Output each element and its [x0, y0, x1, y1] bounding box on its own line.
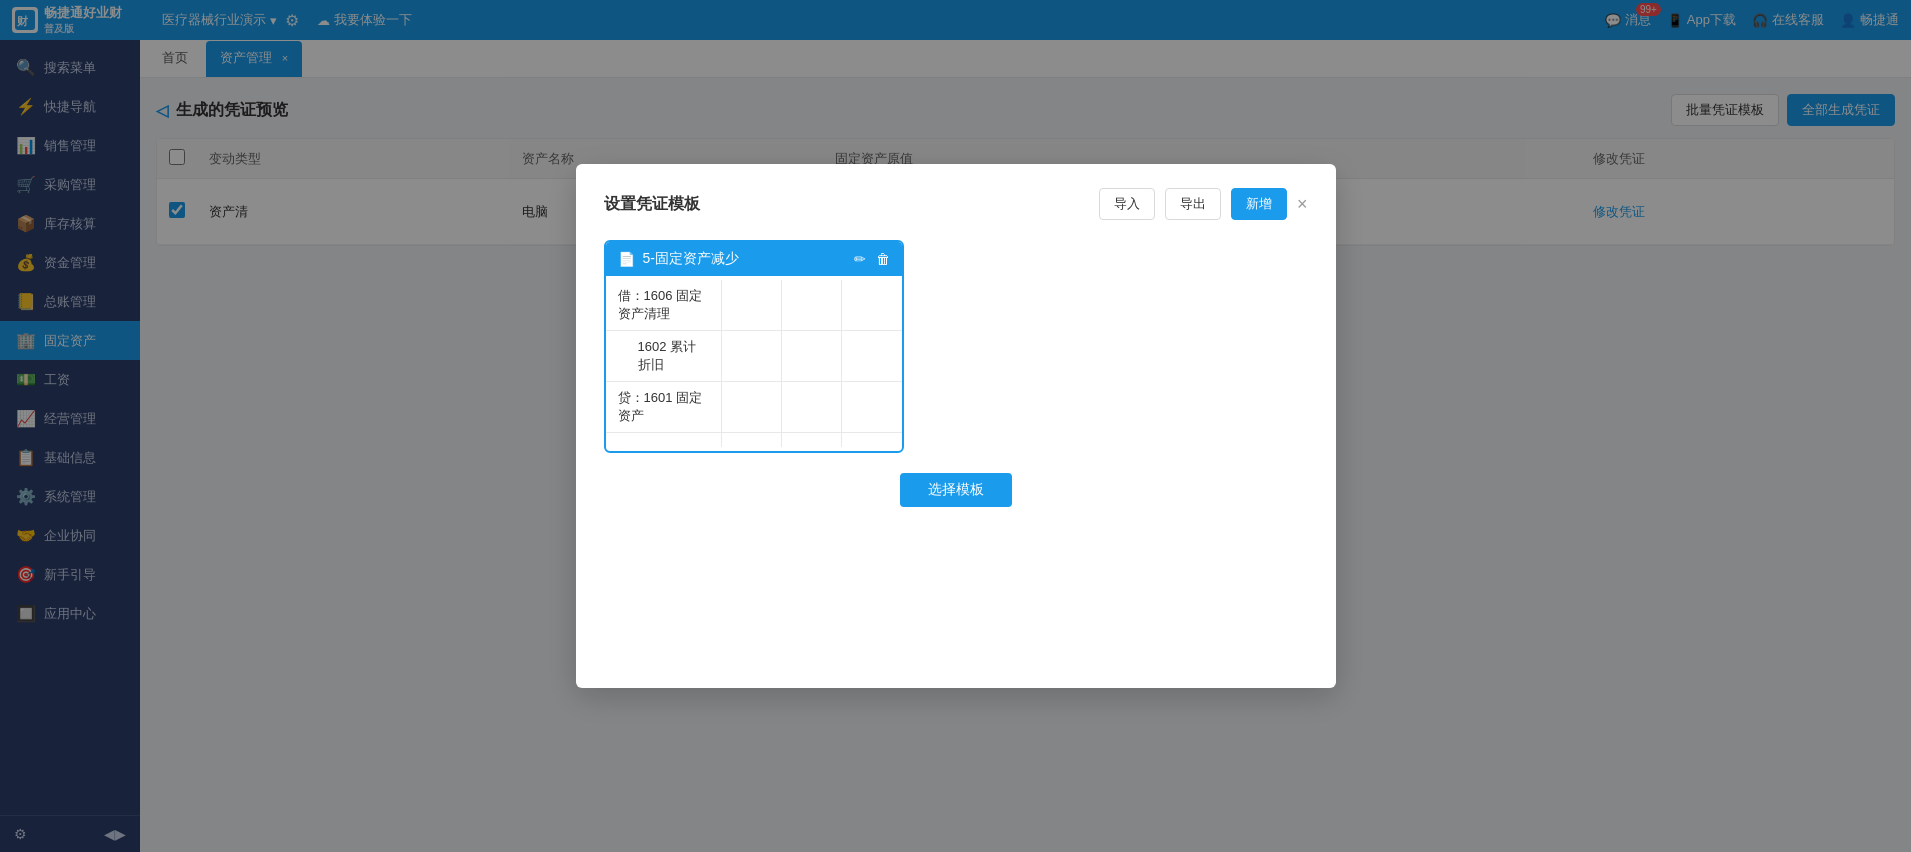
template-card: 📄 5-固定资产减少 ✏ 🗑 借：1606 固定资产清理	[604, 240, 904, 453]
template-name: 5-固定资产减少	[643, 250, 739, 268]
entry-col3-1	[782, 280, 842, 331]
entry-col2-3	[722, 382, 782, 433]
entry-type-3: 贷：1601 固定资产	[606, 382, 722, 433]
entry-col3-2	[782, 331, 842, 382]
modal-title: 设置凭证模板	[604, 194, 700, 215]
modal-actions: 导入 导出 新增	[1099, 188, 1287, 220]
entry-col4-4	[842, 433, 902, 448]
select-template-button[interactable]: 选择模板	[900, 473, 1012, 507]
new-button[interactable]: 新增	[1231, 188, 1287, 220]
template-entry-row: 1602 累计折旧	[606, 331, 902, 382]
template-doc-icon: 📄	[618, 251, 635, 267]
entry-col3-4	[782, 433, 842, 448]
set-template-modal: 设置凭证模板 导入 导出 新增 × 📄 5-固定资产减少 ✏ 🗑	[576, 164, 1336, 688]
modal-header: 设置凭证模板 导入 导出 新增 ×	[604, 188, 1308, 220]
entry-col4-3	[842, 382, 902, 433]
entry-type-4	[606, 433, 722, 448]
template-entry-row: 贷：1601 固定资产	[606, 382, 902, 433]
entry-col4-1	[842, 280, 902, 331]
entry-col2-2	[722, 331, 782, 382]
entry-col2-4	[722, 433, 782, 448]
modal-body: 📄 5-固定资产减少 ✏ 🗑 借：1606 固定资产清理	[604, 240, 1308, 660]
entry-col2-1	[722, 280, 782, 331]
entry-col3-3	[782, 382, 842, 433]
template-card-header: 📄 5-固定资产减少 ✏ 🗑	[606, 242, 902, 276]
template-card-body: 借：1606 固定资产清理 1602 累计折旧 贷：1601	[606, 276, 902, 451]
template-entries-table: 借：1606 固定资产清理 1602 累计折旧 贷：1601	[606, 280, 902, 447]
modal-close-button[interactable]: ×	[1297, 194, 1308, 215]
entry-type-2: 1602 累计折旧	[606, 331, 722, 382]
delete-template-icon[interactable]: 🗑	[876, 251, 890, 267]
edit-template-icon[interactable]: ✏	[854, 251, 866, 267]
template-card-title: 📄 5-固定资产减少	[618, 250, 739, 268]
template-card-actions: ✏ 🗑	[854, 251, 890, 267]
template-entry-row	[606, 433, 902, 448]
import-button[interactable]: 导入	[1099, 188, 1155, 220]
template-entry-row: 借：1606 固定资产清理	[606, 280, 902, 331]
entry-type-1: 借：1606 固定资产清理	[606, 280, 722, 331]
export-button[interactable]: 导出	[1165, 188, 1221, 220]
entry-col4-2	[842, 331, 902, 382]
